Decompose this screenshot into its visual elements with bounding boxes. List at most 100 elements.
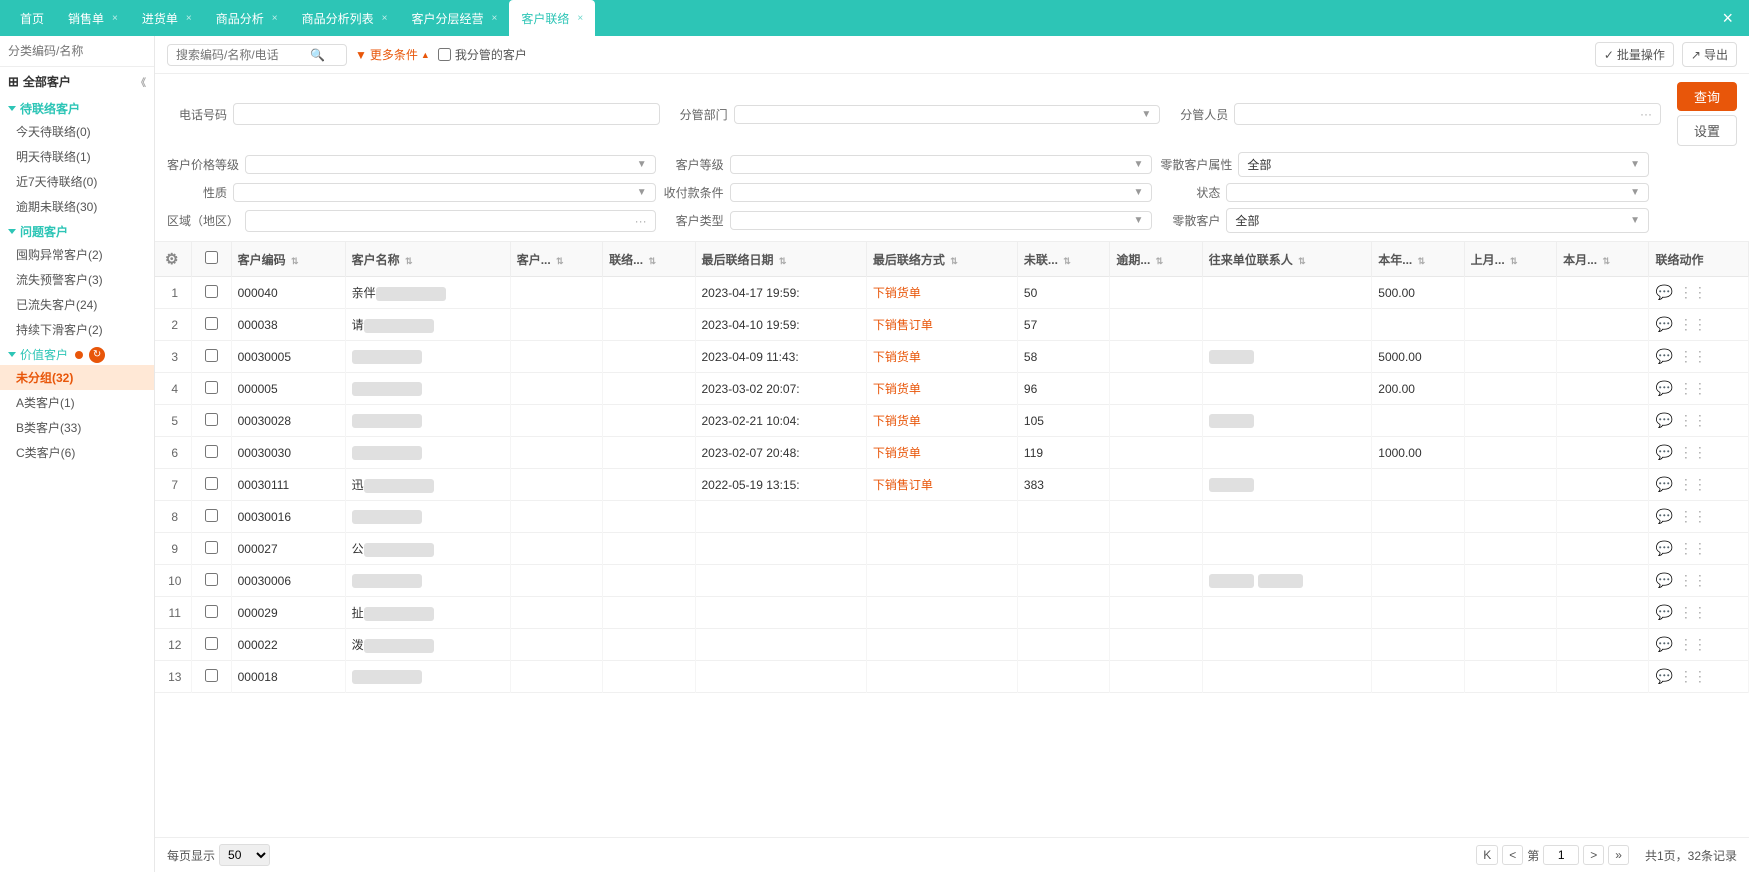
dept-select[interactable]: ▼ — [734, 105, 1161, 124]
more-icon[interactable]: ⋮⋮ — [1679, 444, 1707, 461]
row-select-checkbox[interactable] — [205, 669, 218, 682]
nav-purchase[interactable]: 进货单 × — [130, 0, 204, 36]
sidebar-item-today[interactable]: 今天待联络(0) — [0, 119, 154, 144]
select-all-checkbox[interactable] — [205, 251, 218, 264]
col-header-last-date[interactable]: 最后联络日期 ⇅ — [695, 242, 866, 277]
more-icon[interactable]: ⋮⋮ — [1679, 476, 1707, 493]
sidebar-search-input[interactable] — [8, 44, 155, 58]
more-icon[interactable]: ⋮⋮ — [1679, 636, 1707, 653]
close-product-icon[interactable]: × — [272, 13, 278, 24]
row-select-checkbox[interactable] — [205, 381, 218, 394]
col-header-code[interactable]: 客户编码 ⇅ — [231, 242, 345, 277]
my-customers-check[interactable] — [438, 48, 451, 61]
nav-product-analysis[interactable]: 商品分析 × — [204, 0, 290, 36]
row-select-checkbox[interactable] — [205, 605, 218, 618]
sidebar-all-customers[interactable]: ⊞ 全部客户 《 — [0, 67, 154, 96]
col-header-not-contacted[interactable]: 未联... ⇅ — [1017, 242, 1109, 277]
chat-icon[interactable]: 💬 — [1655, 508, 1672, 525]
nav-product-list[interactable]: 商品分析列表 × — [290, 0, 400, 36]
chat-icon[interactable]: 💬 — [1655, 348, 1672, 365]
sidebar-item-declining[interactable]: 持续下滑客户(2) — [0, 317, 154, 342]
phone-input[interactable] — [233, 103, 660, 125]
sidebar-item-ungrouped[interactable]: 未分组(32) — [0, 365, 154, 390]
retail-cust-select[interactable]: 全部 ▼ — [1226, 208, 1649, 233]
payment-select[interactable]: ▼ — [730, 183, 1153, 202]
col-header-type[interactable]: 客户... ⇅ — [510, 242, 602, 277]
contact-method-link[interactable]: 下销货单 — [873, 414, 921, 428]
col-header-name[interactable]: 客户名称 ⇅ — [345, 242, 510, 277]
sidebar-credit-group[interactable]: 价值客户 ↻ — [0, 342, 154, 365]
sidebar-item-abnormal[interactable]: 囤购异常客户(2) — [0, 242, 154, 267]
close-purchase-icon[interactable]: × — [186, 13, 192, 24]
chat-icon[interactable]: 💬 — [1655, 540, 1672, 557]
chat-icon[interactable]: 💬 — [1655, 476, 1672, 493]
chat-icon[interactable]: 💬 — [1655, 668, 1672, 685]
row-select-checkbox[interactable] — [205, 445, 218, 458]
sidebar-pending-group[interactable]: 待联络客户 — [0, 96, 154, 119]
row-select-checkbox[interactable] — [205, 349, 218, 362]
prev-page-button[interactable]: < — [1502, 845, 1523, 865]
page-number-input[interactable] — [1543, 845, 1579, 865]
more-icon[interactable]: ⋮⋮ — [1679, 604, 1707, 621]
cust-type-select[interactable]: ▼ — [730, 211, 1153, 230]
region-select[interactable]: ··· — [245, 210, 656, 232]
window-close-button[interactable]: × — [1714, 8, 1741, 29]
sidebar-item-overdue[interactable]: 逾期未联络(30) — [0, 194, 154, 219]
row-select-checkbox[interactable] — [205, 541, 218, 554]
row-select-checkbox[interactable] — [205, 573, 218, 586]
chat-icon[interactable]: 💬 — [1655, 572, 1672, 589]
row-select-checkbox[interactable] — [205, 285, 218, 298]
more-icon[interactable]: ⋮⋮ — [1679, 412, 1707, 429]
more-icon[interactable]: ⋮⋮ — [1679, 572, 1707, 589]
row-select-checkbox[interactable] — [205, 317, 218, 330]
row-select-checkbox[interactable] — [205, 509, 218, 522]
query-button[interactable]: 查询 — [1677, 82, 1737, 111]
row-select-checkbox[interactable] — [205, 413, 218, 426]
chat-icon[interactable]: 💬 — [1655, 380, 1672, 397]
batch-ops-button[interactable]: ✓ 批量操作 — [1595, 42, 1674, 67]
chat-icon[interactable]: 💬 — [1655, 316, 1672, 333]
next-page-button[interactable]: > — [1583, 845, 1604, 865]
chat-icon[interactable]: 💬 — [1655, 284, 1672, 301]
status-select[interactable]: ▼ — [1226, 183, 1649, 202]
col-header-last-month[interactable]: 上月... ⇅ — [1464, 242, 1556, 277]
my-customers-checkbox[interactable]: 我分管的客户 — [438, 46, 527, 63]
manager-select[interactable]: ··· — [1234, 103, 1661, 125]
more-icon[interactable]: ⋮⋮ — [1679, 348, 1707, 365]
chat-icon[interactable]: 💬 — [1655, 444, 1672, 461]
more-icon[interactable]: ⋮⋮ — [1679, 380, 1707, 397]
sidebar-item-tomorrow[interactable]: 明天待联络(1) — [0, 144, 154, 169]
contact-method-link[interactable]: 下销货单 — [873, 286, 921, 300]
sidebar-collapse-icon[interactable]: 《 — [136, 74, 146, 89]
chat-icon[interactable]: 💬 — [1655, 636, 1672, 653]
filter-more-button[interactable]: ▼ 更多条件 ▲ — [355, 46, 430, 63]
first-page-button[interactable]: K — [1476, 845, 1498, 865]
sidebar-item-class-c[interactable]: C类客户(6) — [0, 440, 154, 465]
nav-customer-tier[interactable]: 客户分层经营 × — [399, 0, 509, 36]
more-icon[interactable]: ⋮⋮ — [1679, 668, 1707, 685]
nature-select[interactable]: ▼ — [233, 183, 656, 202]
more-icon[interactable]: ⋮⋮ — [1679, 284, 1707, 301]
row-select-checkbox[interactable] — [205, 477, 218, 490]
more-icon[interactable]: ⋮⋮ — [1679, 540, 1707, 557]
chat-icon[interactable]: 💬 — [1655, 412, 1672, 429]
per-page-select[interactable]: 50 20 100 — [219, 844, 270, 866]
row-select-checkbox[interactable] — [205, 637, 218, 650]
price-tier-select[interactable]: ▼ — [245, 155, 656, 174]
sidebar-item-class-a[interactable]: A类客户(1) — [0, 390, 154, 415]
chat-icon[interactable]: 💬 — [1655, 604, 1672, 621]
close-product-list-icon[interactable]: × — [382, 13, 388, 24]
nav-home[interactable]: 首页 — [8, 0, 56, 36]
contact-method-link[interactable]: 下销售订单 — [873, 318, 933, 332]
sidebar-item-churned[interactable]: 已流失客户(24) — [0, 292, 154, 317]
col-header-this-month[interactable]: 本月... ⇅ — [1557, 242, 1649, 277]
close-contact-icon[interactable]: × — [577, 13, 583, 24]
close-tier-icon[interactable]: × — [491, 13, 497, 24]
filter-search-input[interactable] — [176, 48, 306, 62]
last-page-button[interactable]: » — [1608, 845, 1629, 865]
sidebar-item-7days[interactable]: 近7天待联络(0) — [0, 169, 154, 194]
col-header-contacts[interactable]: 往来单位联系人 ⇅ — [1202, 242, 1372, 277]
col-header-contact[interactable]: 联络... ⇅ — [603, 242, 695, 277]
more-icon[interactable]: ⋮⋮ — [1679, 508, 1707, 525]
more-icon[interactable]: ⋮⋮ — [1679, 316, 1707, 333]
